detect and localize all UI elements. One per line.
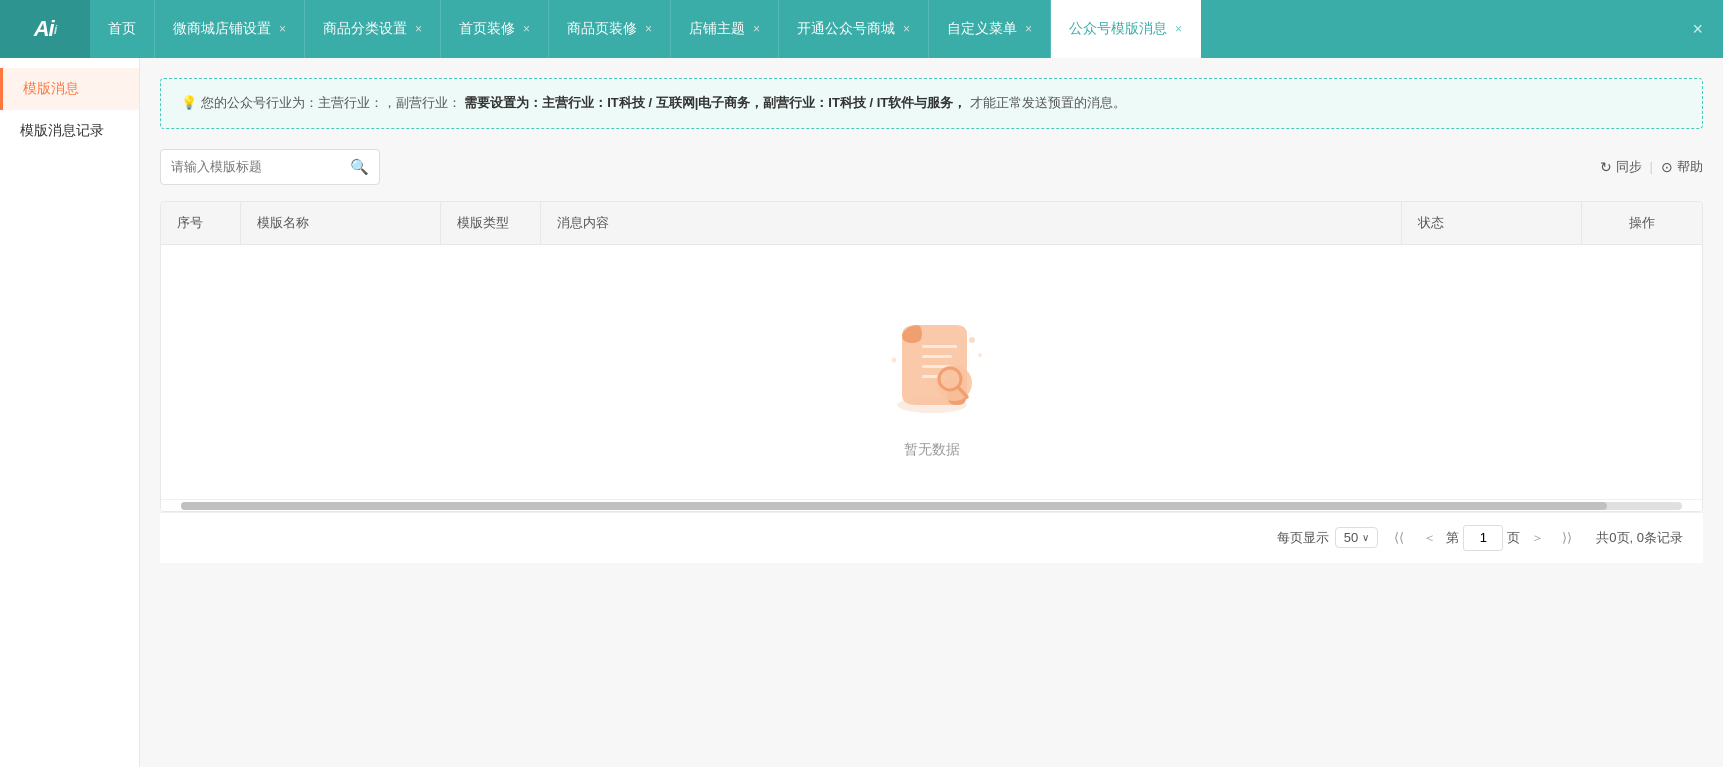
pipe-divider: | — [1650, 159, 1653, 174]
page-number-input[interactable] — [1463, 525, 1503, 551]
search-input[interactable] — [171, 159, 350, 174]
page-size-dropdown[interactable]: 50 ∨ — [1335, 527, 1378, 548]
nav-item-template-msg[interactable]: 公众号模版消息× — [1051, 0, 1201, 58]
nav-close-micro-shop[interactable]: × — [279, 22, 286, 36]
page-prefix: 第 — [1446, 529, 1459, 547]
app-logo: Aii — [0, 0, 90, 58]
search-icon[interactable]: 🔍 — [350, 158, 369, 176]
nav-item-custom-menu[interactable]: 自定义菜单× — [929, 0, 1051, 58]
sidebar: 模版消息模版消息记录 — [0, 58, 140, 767]
notice-icon: 💡 — [181, 95, 197, 110]
svg-point-9 — [978, 353, 982, 357]
help-label: 帮助 — [1677, 158, 1703, 176]
svg-point-8 — [969, 337, 975, 343]
total-info: 共0页, 0条记录 — [1596, 529, 1683, 547]
svg-rect-2 — [922, 355, 952, 358]
help-icon: ⊙ — [1661, 159, 1673, 175]
nav-item-home-decor[interactable]: 首页装修× — [441, 0, 549, 58]
search-input-wrap: 🔍 — [160, 149, 380, 185]
prev-page-button[interactable]: ＜ — [1416, 525, 1442, 551]
horizontal-scrollbar[interactable] — [161, 499, 1702, 511]
page-unit: 页 — [1507, 529, 1520, 547]
notice-box: 💡 您的公众号行业为：主营行业：，副营行业： 需要设置为：主营行业：IT科技 /… — [160, 78, 1703, 129]
chevron-down-icon: ∨ — [1362, 532, 1369, 543]
nav-item-store-theme[interactable]: 店铺主题× — [671, 0, 779, 58]
sidebar-item-template-msg[interactable]: 模版消息 — [0, 68, 139, 110]
notice-suffix: 才能正常发送预置的消息。 — [970, 95, 1126, 110]
empty-text: 暂无数据 — [904, 441, 960, 459]
last-page-button[interactable]: ⟩⟩ — [1554, 525, 1580, 551]
sidebar-item-template-record[interactable]: 模版消息记录 — [0, 110, 139, 152]
page-size-value: 50 — [1344, 530, 1358, 545]
nav-close-product-page[interactable]: × — [645, 22, 652, 36]
nav-close-product-category[interactable]: × — [415, 22, 422, 36]
col-header-action: 操作 — [1582, 202, 1702, 244]
next-page-button[interactable]: ＞ — [1524, 525, 1550, 551]
sync-button[interactable]: ↻ 同步 — [1600, 158, 1642, 176]
notice-highlight: 需要设置为：主营行业：IT科技 / 互联网|电子商务，副营行业：IT科技 / I… — [464, 95, 966, 110]
nav-item-home[interactable]: 首页 — [90, 0, 155, 58]
data-table: 序号 模版名称 模版类型 消息内容 状态 操作 — [160, 201, 1703, 512]
nav-item-micro-shop[interactable]: 微商城店铺设置× — [155, 0, 305, 58]
table-header: 序号 模版名称 模版类型 消息内容 状态 操作 — [161, 202, 1702, 245]
pagination: 每页显示 50 ∨ ⟨⟨ ＜ 第 页 ＞ ⟩⟩ 共0页, 0条记录 — [160, 512, 1703, 563]
svg-rect-1 — [922, 345, 957, 348]
main-layout: 模版消息模版消息记录 💡 您的公众号行业为：主营行业：，副营行业： 需要设置为：… — [0, 58, 1723, 767]
nav-item-open-mall[interactable]: 开通公众号商城× — [779, 0, 929, 58]
page-navigation: ⟨⟨ ＜ 第 页 ＞ ⟩⟩ — [1386, 525, 1580, 551]
help-button[interactable]: ⊙ 帮助 — [1661, 158, 1703, 176]
close-all-button[interactable]: × — [1672, 19, 1723, 40]
first-page-button[interactable]: ⟨⟨ — [1386, 525, 1412, 551]
top-nav: Aii 首页微商城店铺设置×商品分类设置×首页装修×商品页装修×店铺主题×开通公… — [0, 0, 1723, 58]
nav-close-home-decor[interactable]: × — [523, 22, 530, 36]
nav-item-product-category[interactable]: 商品分类设置× — [305, 0, 441, 58]
svg-point-10 — [891, 357, 896, 362]
col-header-status: 状态 — [1402, 202, 1582, 244]
page-size-selector: 每页显示 50 ∨ — [1277, 527, 1378, 548]
main-content: 💡 您的公众号行业为：主营行业：，副营行业： 需要设置为：主营行业：IT科技 /… — [140, 58, 1723, 767]
search-bar: 🔍 ↻ 同步 | ⊙ 帮助 — [160, 149, 1703, 185]
col-header-name: 模版名称 — [241, 202, 441, 244]
sync-label: 同步 — [1616, 158, 1642, 176]
sync-icon: ↻ — [1600, 159, 1612, 175]
col-header-type: 模版类型 — [441, 202, 541, 244]
nav-close-store-theme[interactable]: × — [753, 22, 760, 36]
col-header-content: 消息内容 — [541, 202, 1402, 244]
nav-close-template-msg[interactable]: × — [1175, 22, 1182, 36]
notice-prefix: 您的公众号行业为：主营行业：，副营行业： — [201, 95, 461, 110]
nav-close-custom-menu[interactable]: × — [1025, 22, 1032, 36]
nav-close-open-mall[interactable]: × — [903, 22, 910, 36]
sync-help-area: ↻ 同步 | ⊙ 帮助 — [1600, 158, 1703, 176]
empty-state: 暂无数据 — [161, 245, 1702, 499]
empty-illustration — [872, 305, 992, 425]
nav-item-product-page[interactable]: 商品页装修× — [549, 0, 671, 58]
col-header-seq: 序号 — [161, 202, 241, 244]
page-size-label: 每页显示 — [1277, 529, 1329, 547]
